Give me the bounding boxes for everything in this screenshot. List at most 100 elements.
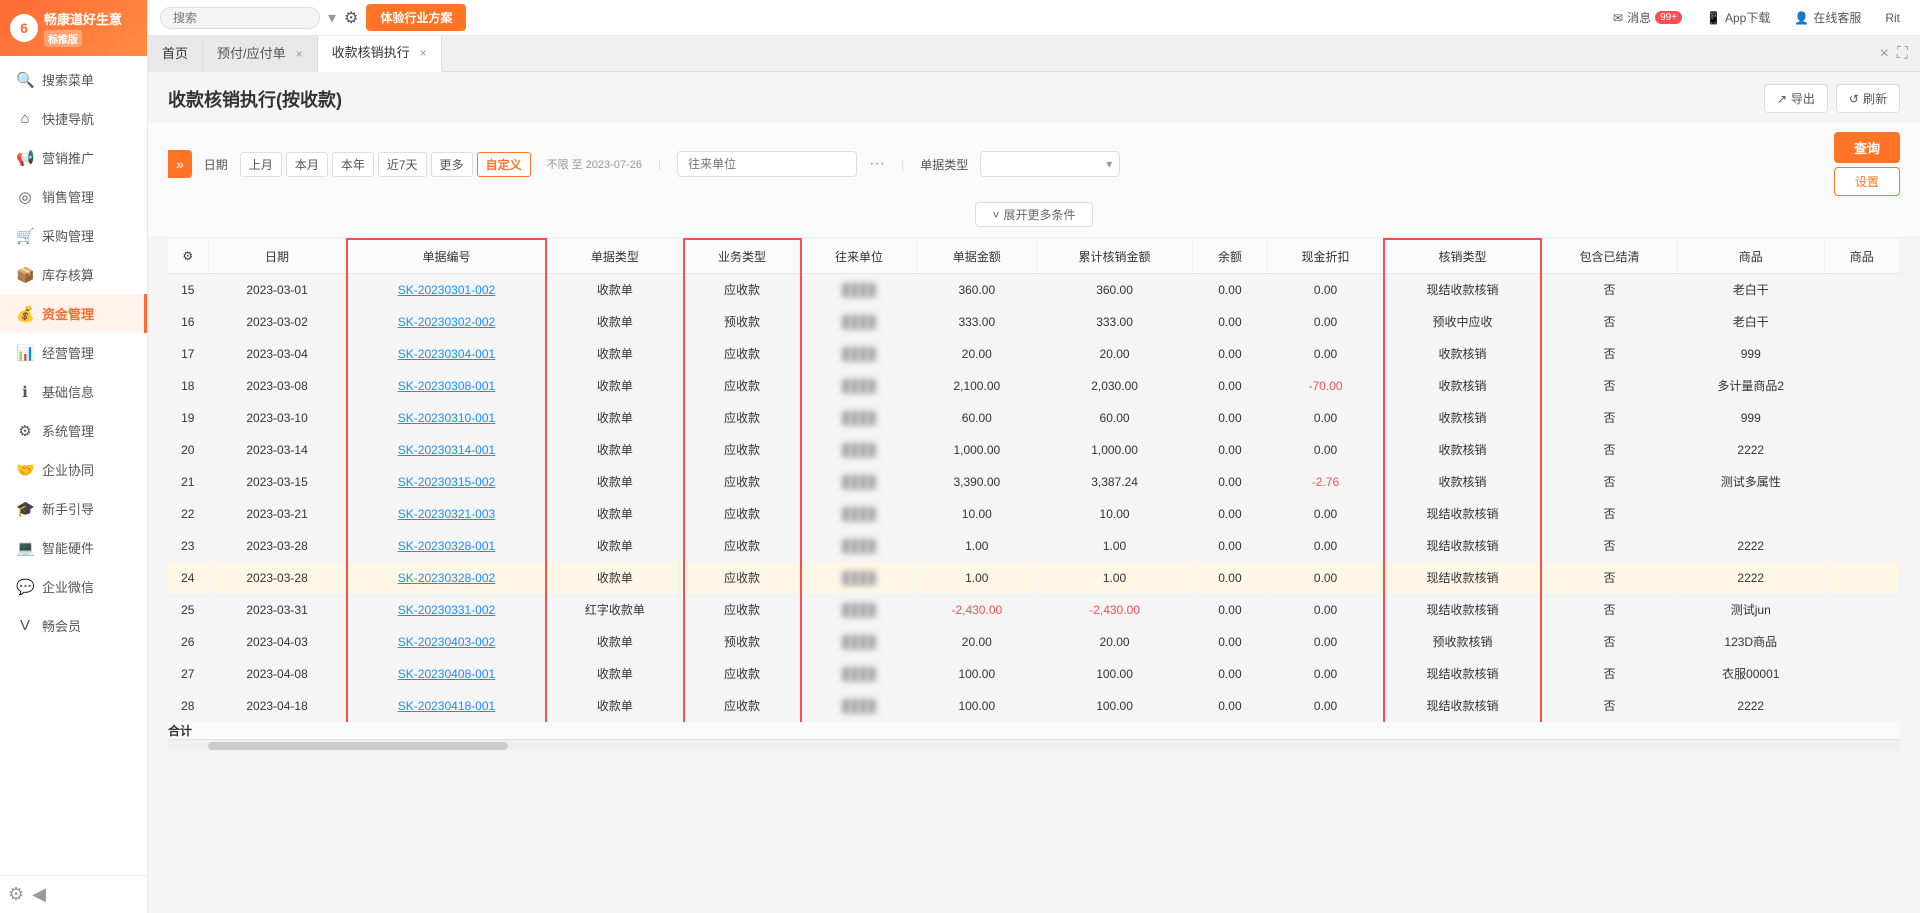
- logo-number: 6: [20, 20, 28, 36]
- th-biz-type: 业务类型: [684, 239, 801, 274]
- custom-date-btn[interactable]: 自定义: [477, 152, 531, 177]
- sidebar-item-member[interactable]: V 畅会员: [0, 606, 147, 645]
- sidebar-item-operations[interactable]: 📊 经营管理: [0, 333, 147, 372]
- table-cell: [1824, 594, 1899, 626]
- table-cell[interactable]: SK-20230418-001: [347, 690, 547, 722]
- table-cell: 应收款: [684, 498, 801, 530]
- table-cell[interactable]: SK-20230314-001: [347, 434, 547, 466]
- scrollbar-thumb[interactable]: [208, 742, 508, 750]
- collapse-button[interactable]: ◀: [32, 884, 46, 905]
- settings-button[interactable]: ⚙: [8, 884, 24, 905]
- table-cell[interactable]: SK-20230301-002: [347, 274, 547, 306]
- table-cell: 18: [168, 370, 208, 402]
- sidebar-item-search[interactable]: 🔍 搜索菜单: [0, 60, 147, 99]
- horizontal-scrollbar[interactable]: [168, 739, 1900, 751]
- table-cell: [1824, 498, 1899, 530]
- table-cell: ████: [801, 530, 917, 562]
- table-cell[interactable]: SK-20230302-002: [347, 306, 547, 338]
- last-7-days-btn[interactable]: 近7天: [378, 152, 427, 177]
- export-button[interactable]: ↗ 导出: [1764, 84, 1828, 113]
- tab-prepay[interactable]: 预付/应付单 ×: [203, 36, 318, 72]
- table-cell[interactable]: SK-20230304-001: [347, 338, 547, 370]
- table-cell[interactable]: SK-20230308-001: [347, 370, 547, 402]
- this-month-btn[interactable]: 本月: [286, 152, 328, 177]
- more-date-btn[interactable]: 更多: [431, 152, 473, 177]
- sidebar-item-inventory[interactable]: 📦 库存核算: [0, 255, 147, 294]
- table-cell: 否: [1541, 658, 1677, 690]
- sidebar-item-basic[interactable]: ℹ 基础信息: [0, 372, 147, 411]
- th-date: 日期: [208, 239, 347, 274]
- sidebar-item-wechat[interactable]: 💬 企业微信: [0, 567, 147, 606]
- filter-row-1: » 日期 上月 本月 本年 近7天 更多 自定义 不限 至 2023-07-26…: [168, 132, 1900, 196]
- filter-settings-button[interactable]: 设置: [1834, 167, 1900, 196]
- industry-solution-button[interactable]: 体验行业方案: [366, 4, 466, 31]
- dropdown-icon[interactable]: ▾: [328, 8, 336, 28]
- sidebar-item-cooperation[interactable]: 🤝 企业协同: [0, 450, 147, 489]
- messages-badge: 99+: [1655, 11, 1682, 24]
- sales-icon: ◎: [16, 188, 34, 206]
- counterparty-dots[interactable]: ···: [869, 155, 885, 173]
- app-download-button[interactable]: 📱 App下载: [1698, 5, 1778, 30]
- counterparty-input[interactable]: [677, 151, 857, 177]
- th-balance: 余额: [1192, 239, 1267, 274]
- tab-prepay-close[interactable]: ×: [296, 36, 303, 72]
- table-cell: 0.00: [1268, 338, 1384, 370]
- sidebar-item-hardware[interactable]: 💻 智能硬件: [0, 528, 147, 567]
- table-cell: 28: [168, 690, 208, 722]
- sidebar-item-finance[interactable]: 💰 资金管理: [0, 294, 147, 333]
- th-settings[interactable]: ⚙: [168, 239, 208, 274]
- table-cell: 测试多属性: [1677, 466, 1824, 498]
- filter-expand-button[interactable]: »: [168, 150, 192, 178]
- table-cell: [1824, 658, 1899, 690]
- this-year-btn[interactable]: 本年: [332, 152, 374, 177]
- expand-more-button[interactable]: ˅ 展开更多条件: [975, 202, 1092, 227]
- table-cell[interactable]: SK-20230331-002: [347, 594, 547, 626]
- last-month-btn[interactable]: 上月: [240, 152, 282, 177]
- table-cell[interactable]: SK-20230328-002: [347, 562, 547, 594]
- refresh-button[interactable]: ↺ 刷新: [1836, 84, 1900, 113]
- sidebar-item-purchase[interactable]: 🛒 采购管理: [0, 216, 147, 255]
- table-cell[interactable]: SK-20230310-001: [347, 402, 547, 434]
- table-cell: ████: [801, 626, 917, 658]
- table-cell[interactable]: SK-20230321-003: [347, 498, 547, 530]
- sidebar-item-guide[interactable]: 🎓 新手引导: [0, 489, 147, 528]
- table-cell: 10.00: [1037, 498, 1193, 530]
- table-cell: 应收款: [684, 434, 801, 466]
- table-cell: -2,430.00: [917, 594, 1037, 626]
- voucher-type-select[interactable]: [980, 151, 1120, 177]
- footer-row: 合计: [168, 722, 1900, 740]
- table-cell[interactable]: SK-20230328-001: [347, 530, 547, 562]
- table-cell[interactable]: SK-20230408-001: [347, 658, 547, 690]
- sidebar-item-marketing[interactable]: 📢 营销推广: [0, 138, 147, 177]
- window-close-button[interactable]: ×: [1879, 45, 1888, 63]
- date-range-display: 不限 至 2023-07-26: [547, 156, 642, 172]
- search-input[interactable]: [160, 7, 320, 29]
- sidebar-item-sales[interactable]: ◎ 销售管理: [0, 177, 147, 216]
- table-cell: 否: [1541, 274, 1677, 306]
- sidebar-item-system[interactable]: ⚙ 系统管理: [0, 411, 147, 450]
- messages-label: 消息: [1627, 9, 1651, 26]
- tab-collection[interactable]: 收款核销执行 ×: [318, 36, 442, 72]
- table-cell: ████: [801, 274, 917, 306]
- query-button[interactable]: 查询: [1834, 132, 1900, 163]
- sidebar-item-quicknav[interactable]: ⌂ 快捷导航: [0, 99, 147, 138]
- table-cell: 2023-03-10: [208, 402, 347, 434]
- table-cell: 收款核销: [1384, 370, 1541, 402]
- sidebar-item-label: 搜索菜单: [42, 70, 94, 89]
- table-cell: 0.00: [1192, 274, 1267, 306]
- table-cell: 20: [168, 434, 208, 466]
- online-service-button[interactable]: 👤 在线客服: [1786, 5, 1869, 30]
- window-expand-button[interactable]: ⛶: [1897, 45, 1908, 63]
- basic-icon: ℹ: [16, 383, 34, 401]
- tab-home[interactable]: 首页: [148, 36, 203, 72]
- tab-collection-close[interactable]: ×: [420, 35, 427, 71]
- table-cell: 应收款: [684, 658, 801, 690]
- messages-button[interactable]: ✉ 消息 99+: [1605, 5, 1690, 30]
- table-cell: 20.00: [1037, 626, 1193, 658]
- table-cell[interactable]: SK-20230403-002: [347, 626, 547, 658]
- th-counterparty: 往来单位: [801, 239, 917, 274]
- table-cell: 23: [168, 530, 208, 562]
- table-cell[interactable]: SK-20230315-002: [347, 466, 547, 498]
- gear-icon[interactable]: ⚙: [344, 8, 358, 28]
- table-cell: 收款单: [546, 498, 683, 530]
